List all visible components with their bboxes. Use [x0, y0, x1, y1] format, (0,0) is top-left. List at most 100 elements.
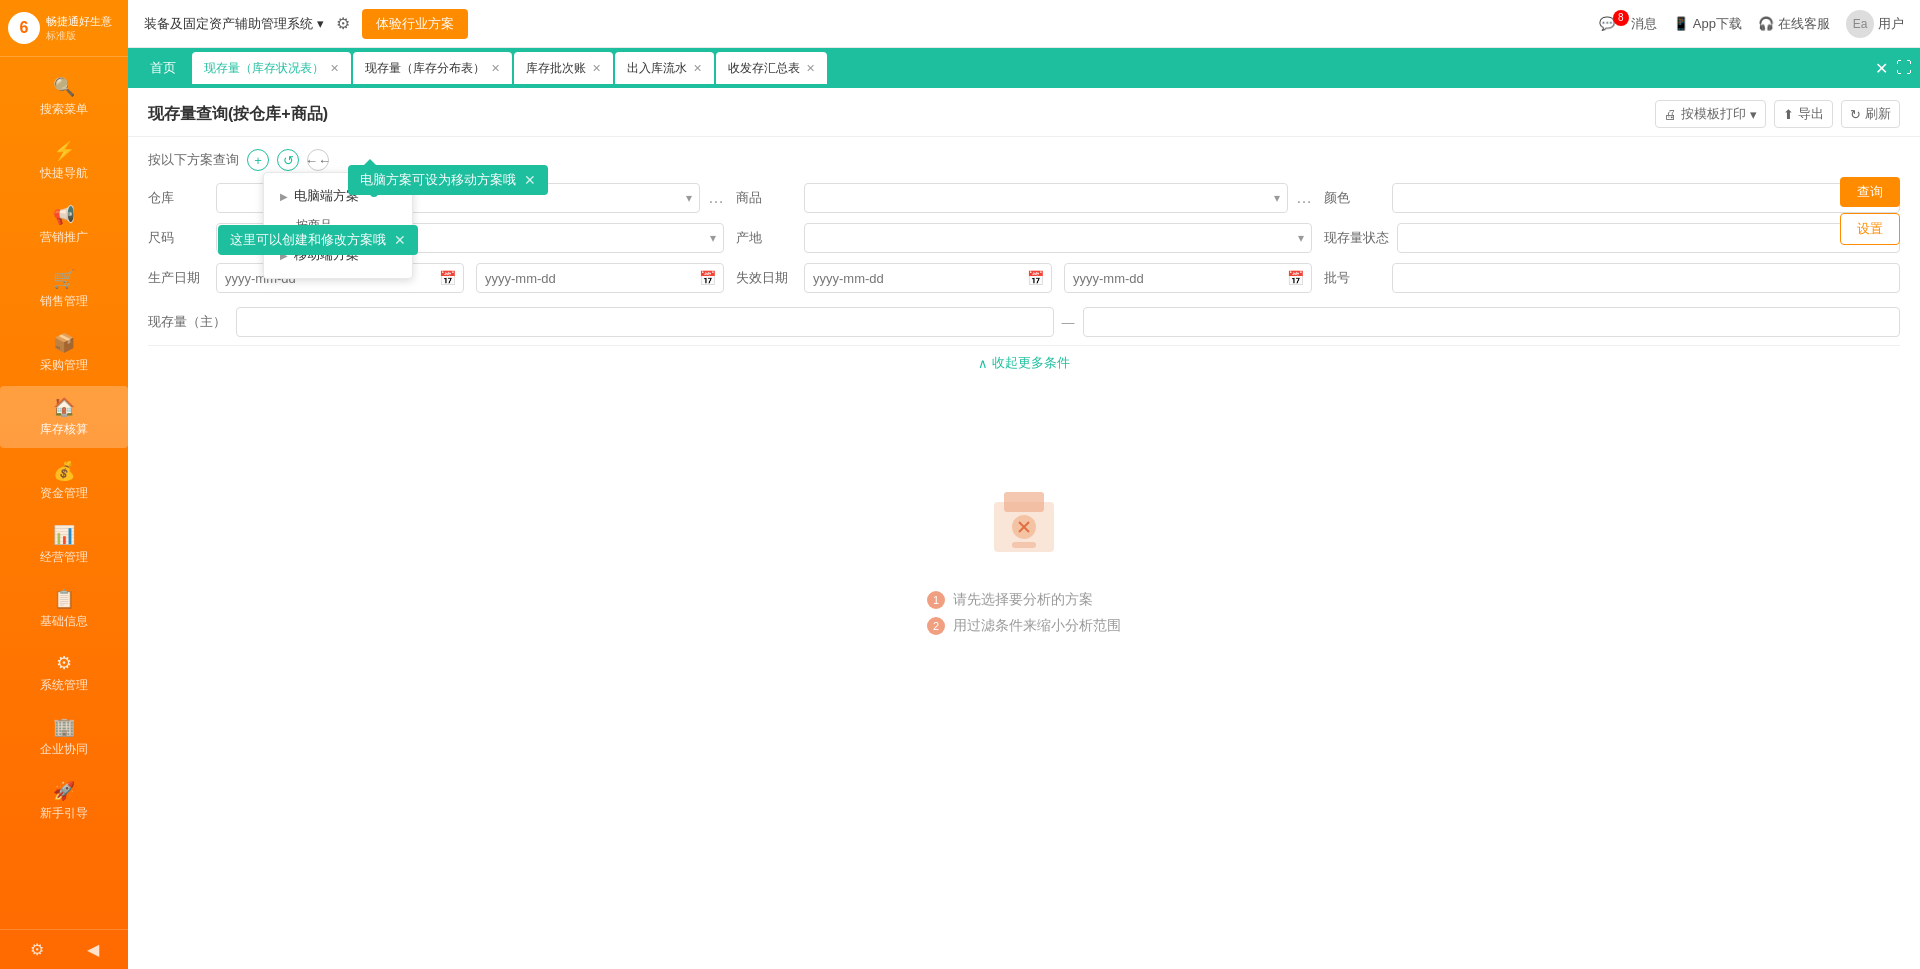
collapse-bar[interactable]: ∧ 收起更多条件 — [148, 345, 1900, 380]
sidebar-item-basic[interactable]: 📋 基础信息 — [0, 578, 128, 640]
color-select[interactable] — [1392, 183, 1900, 213]
expire-date-label: 失效日期 — [736, 269, 796, 287]
dot-indicator — [370, 189, 378, 197]
sidebar-item-sales[interactable]: 🛒 销售管理 — [0, 258, 128, 320]
operation-icon: 📊 — [53, 524, 75, 546]
empty-step-2: 2 用过滤条件来缩小分析范围 — [927, 617, 1121, 635]
user-item[interactable]: Ea 用户 — [1846, 10, 1904, 38]
stock-status-label: 现存量状态 — [1324, 229, 1389, 247]
tooltip-close-icon[interactable]: ✕ — [524, 172, 536, 188]
page-header: 现存量查询(按仓库+商品) 🖨 按模板打印 ▾ ⬆ 导出 ↻ 刷新 — [128, 88, 1920, 137]
content-area: 现存量查询(按仓库+商品) 🖨 按模板打印 ▾ ⬆ 导出 ↻ 刷新 — [128, 88, 1920, 969]
sidebar-item-label: 经营管理 — [40, 549, 88, 566]
prod-date-end-input[interactable] — [476, 263, 724, 293]
trial-btn[interactable]: 体验行业方案 — [362, 9, 468, 39]
collapse-sidebar-icon[interactable]: ◀ — [87, 940, 99, 959]
calendar-icon[interactable]: 📅 — [1287, 270, 1304, 286]
back-scheme-btn[interactable]: ←← — [307, 149, 329, 171]
stock-qty-max-input[interactable] — [1083, 307, 1901, 337]
sidebar-item-finance[interactable]: 💰 资金管理 — [0, 450, 128, 512]
calendar-icon[interactable]: 📅 — [699, 270, 716, 286]
settings-btn[interactable]: 设置 — [1840, 213, 1900, 245]
sidebar-item-label: 基础信息 — [40, 613, 88, 630]
collapse-text: 收起更多条件 — [992, 354, 1070, 372]
sidebar-item-operation[interactable]: 📊 经营管理 — [0, 514, 128, 576]
tab-close-icon[interactable]: ✕ — [491, 62, 500, 75]
tab-close-icon[interactable]: ✕ — [592, 62, 601, 75]
goods-select[interactable] — [804, 183, 1288, 213]
tooltip-create-scheme: 这里可以创建和修改方案哦 ✕ — [218, 225, 418, 255]
tab-home[interactable]: 首页 — [136, 53, 190, 83]
size-label: 尺码 — [148, 229, 208, 247]
tab-close-icon[interactable]: ✕ — [330, 62, 339, 75]
calendar-icon[interactable]: 📅 — [1027, 270, 1044, 286]
sidebar-item-system[interactable]: ⚙ 系统管理 — [0, 642, 128, 704]
tooltip-desktop-scheme: 电脑方案可设为移动方案哦 ✕ — [348, 165, 548, 195]
edit-scheme-btn[interactable]: ↺ — [277, 149, 299, 171]
goods-dots-icon[interactable]: … — [1296, 189, 1312, 207]
export-btn[interactable]: ⬆ 导出 — [1774, 100, 1833, 128]
empty-text: 1 请先选择要分析的方案 2 用过滤条件来缩小分析范围 — [927, 591, 1121, 635]
sidebar-item-enterprise[interactable]: 🏢 企业协同 — [0, 706, 128, 768]
add-scheme-btn[interactable]: + — [247, 149, 269, 171]
origin-select-wrap — [804, 223, 1312, 253]
stock-status-select[interactable] — [1397, 223, 1900, 253]
batch-no-input[interactable] — [1392, 263, 1900, 293]
tabbar-right: ✕ ⛶ — [1875, 59, 1912, 78]
system-name: 装备及固定资产辅助管理系统 — [144, 15, 313, 33]
app-download-label: App下载 — [1693, 15, 1742, 33]
step-num-2: 2 — [927, 617, 945, 635]
sidebar-item-quick[interactable]: ⚡ 快捷导航 — [0, 130, 128, 192]
origin-select[interactable] — [804, 223, 1312, 253]
logo-icon: 6 — [8, 12, 40, 44]
app-download-item[interactable]: 📱 App下载 — [1673, 15, 1742, 33]
warehouse-dots-icon[interactable]: … — [708, 189, 724, 207]
print-btn[interactable]: 🖨 按模板打印 ▾ — [1655, 100, 1766, 128]
online-support-item[interactable]: 🎧 在线客服 — [1758, 15, 1830, 33]
empty-illustration — [974, 472, 1074, 575]
phone-icon: 📱 — [1673, 16, 1689, 31]
topbar: 装备及固定资产辅助管理系统 ▾ ⚙ 体验行业方案 💬 8 消息 📱 App下载 … — [128, 0, 1920, 48]
sales-icon: 🛒 — [53, 268, 75, 290]
expire-date-start-input[interactable] — [804, 263, 1052, 293]
topbar-right: 💬 8 消息 📱 App下载 🎧 在线客服 Ea 用户 — [1599, 10, 1904, 38]
tab-batch[interactable]: 库存批次账 ✕ — [514, 52, 613, 84]
expire-date-end-input[interactable] — [1064, 263, 1312, 293]
expand-icon[interactable]: ⛶ — [1896, 59, 1912, 78]
filter-goods: 商品 … — [736, 183, 1312, 213]
settings-bottom-icon[interactable]: ⚙ — [30, 940, 44, 959]
stock-qty-min-input[interactable] — [236, 307, 1054, 337]
topbar-gear-icon[interactable]: ⚙ — [336, 14, 350, 33]
tab-close-icon[interactable]: ✕ — [806, 62, 815, 75]
origin-label: 产地 — [736, 229, 796, 247]
goods-select-wrap — [804, 183, 1288, 213]
sidebar-item-search[interactable]: 🔍 搜索菜单 — [0, 66, 128, 128]
tab-inventory-status[interactable]: 现存量（库存状况表） ✕ — [192, 52, 351, 84]
empty-state: 1 请先选择要分析的方案 2 用过滤条件来缩小分析范围 — [128, 392, 1920, 715]
sidebar-item-guide[interactable]: 🚀 新手引导 — [0, 770, 128, 832]
sidebar: 6 畅捷通好生意 标准版 🔍 搜索菜单 ⚡ 快捷导航 📢 营销推广 🛒 销售管理… — [0, 0, 128, 969]
tab-inventory-dist[interactable]: 现存量（库存分布表） ✕ — [353, 52, 512, 84]
message-badge: 8 — [1613, 10, 1629, 26]
sidebar-item-purchase[interactable]: 📦 采购管理 — [0, 322, 128, 384]
refresh-btn[interactable]: ↻ 刷新 — [1841, 100, 1900, 128]
query-btn[interactable]: 查询 — [1840, 177, 1900, 207]
filter-prod-date: 生产日期 📅 📅 — [148, 263, 724, 293]
chevron-down-icon: ▾ — [1750, 107, 1757, 122]
basic-icon: 📋 — [53, 588, 75, 610]
purchase-icon: 📦 — [53, 332, 75, 354]
tooltip-close-icon[interactable]: ✕ — [394, 232, 406, 248]
tab-close-icon[interactable]: ✕ — [693, 62, 702, 75]
empty-step1-text: 请先选择要分析的方案 — [953, 591, 1093, 609]
tab-inout[interactable]: 出入库流水 ✕ — [615, 52, 714, 84]
refresh-icon: ↻ — [1850, 107, 1861, 122]
message-item[interactable]: 💬 8 消息 — [1599, 15, 1657, 33]
sidebar-item-marketing[interactable]: 📢 营销推广 — [0, 194, 128, 256]
tab-summary[interactable]: 收发存汇总表 ✕ — [716, 52, 827, 84]
calendar-icon[interactable]: 📅 — [439, 270, 456, 286]
close-tab-icon[interactable]: ✕ — [1875, 59, 1888, 78]
system-selector[interactable]: 装备及固定资产辅助管理系统 ▾ — [144, 15, 324, 33]
sidebar-item-inventory[interactable]: 🏠 库存核算 — [0, 386, 128, 448]
tabbar: 首页 现存量（库存状况表） ✕ 现存量（库存分布表） ✕ 库存批次账 ✕ 出入库… — [128, 48, 1920, 88]
empty-step2-text: 用过滤条件来缩小分析范围 — [953, 617, 1121, 635]
